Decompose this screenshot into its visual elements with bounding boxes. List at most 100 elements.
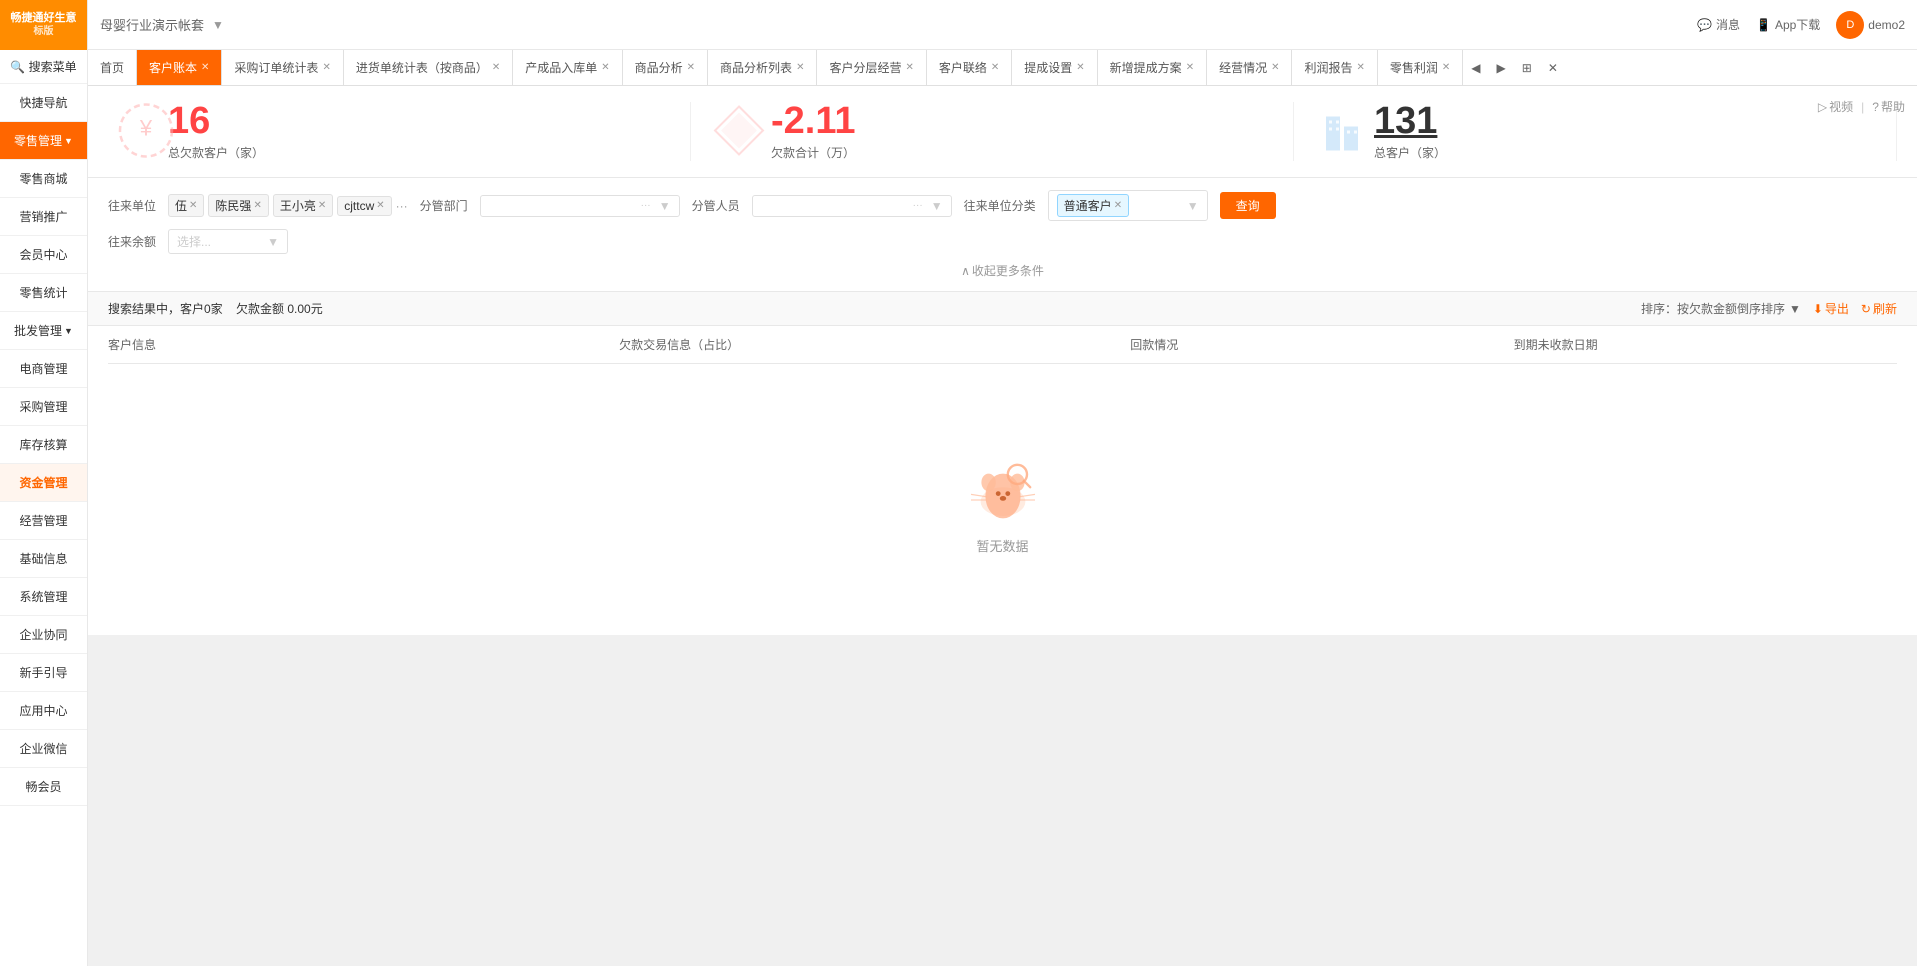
- sidebar-item-jingying[interactable]: 经营管理: [0, 502, 87, 540]
- sidebar-item-zijin[interactable]: 资金管理: [0, 464, 87, 502]
- filter-tag-wu[interactable]: 伍 ✕: [168, 194, 204, 217]
- chevron-icon: ▼: [64, 136, 73, 146]
- collapse-button[interactable]: ∧ 收起更多条件: [961, 262, 1044, 279]
- export-button[interactable]: ⬇ 导出: [1813, 300, 1849, 317]
- th-customer-info: 客户信息: [108, 336, 619, 353]
- tab-close-jingying[interactable]: ✕: [1271, 62, 1279, 73]
- tab-chancheng[interactable]: 产成品入库单 ✕: [513, 50, 622, 86]
- clear-dept[interactable]: ···: [641, 200, 651, 211]
- sidebar-item-lingshang[interactable]: 零售商城: [0, 160, 87, 198]
- tab-lingshoulirun[interactable]: 零售利润 ✕: [1378, 50, 1463, 86]
- tabs-overflow-button[interactable]: ◀: [1463, 61, 1488, 75]
- tabs-overflow-button-right[interactable]: ▶: [1489, 61, 1514, 75]
- message-button[interactable]: 💬 消息: [1697, 16, 1740, 33]
- tag-close-wang[interactable]: ✕: [318, 200, 326, 211]
- sidebar-item-pifa[interactable]: 批发管理 ▼: [0, 312, 87, 350]
- query-button[interactable]: 查询: [1220, 192, 1276, 219]
- filter-input-balance[interactable]: 选择... ▼: [168, 229, 288, 254]
- stat-label-clients: 总欠款客户（家）: [168, 144, 264, 161]
- stat-label-total: 总客户（家）: [1374, 144, 1446, 161]
- tab-kehulianluo[interactable]: 客户联络 ✕: [927, 50, 1012, 86]
- sidebar-item-dianshang[interactable]: 电商管理: [0, 350, 87, 388]
- sidebar-item-yingxiao[interactable]: 营销推广: [0, 198, 87, 236]
- tag-close-cj[interactable]: ✕: [376, 200, 384, 211]
- sidebar-item-xitong[interactable]: 系统管理: [0, 578, 87, 616]
- tag-close-wu[interactable]: ✕: [189, 200, 197, 211]
- tabs-close-all-button[interactable]: ✕: [1540, 61, 1566, 75]
- tab-close-kehulianluo[interactable]: ✕: [991, 62, 999, 73]
- filter-label-category: 往来单位分类: [964, 197, 1036, 214]
- filter-select-person[interactable]: ▼ ···: [752, 195, 952, 217]
- tab-close-kehuzhangshu[interactable]: ✕: [201, 62, 209, 73]
- tab-shangpinfenxi[interactable]: 商品分析 ✕: [623, 50, 708, 86]
- sidebar-item-caigou[interactable]: 采购管理: [0, 388, 87, 426]
- filter-select-category[interactable]: 普通客户 ✕ ▼: [1048, 190, 1208, 221]
- filter-tags-unit: 伍 ✕ 陈民强 ✕ 王小亮 ✕ cjttcw ✕ ···: [168, 194, 408, 217]
- filter-more-dots[interactable]: ···: [396, 199, 408, 213]
- tab-jinhuo[interactable]: 进货单统计表（按商品） ✕: [344, 50, 513, 86]
- result-actions: 排序：按欠款金额倒序排序 ▼ ⬇ 导出 ↻ 刷新: [1641, 300, 1897, 317]
- topbar-selector-label: 母婴行业演示帐套: [100, 15, 204, 34]
- chevron-up-icon: ∧: [961, 264, 970, 278]
- tag-close-chen[interactable]: ✕: [253, 200, 261, 211]
- filter-select-dept[interactable]: ▼ ···: [480, 195, 680, 217]
- tab-close-xinzeng[interactable]: ✕: [1186, 62, 1194, 73]
- tab-home[interactable]: 首页: [88, 50, 137, 86]
- tab-close-jinhuo[interactable]: ✕: [492, 62, 500, 73]
- sidebar-search[interactable]: 🔍 搜索菜单: [0, 50, 87, 84]
- chevron-balance: ▼: [267, 235, 279, 249]
- tab-tichengshezhi[interactable]: 提成设置 ✕: [1012, 50, 1097, 86]
- clear-person[interactable]: ···: [913, 200, 923, 211]
- sort-button[interactable]: 排序：按欠款金额倒序排序 ▼: [1641, 300, 1801, 317]
- sidebar-item-huiyuan[interactable]: 会员中心: [0, 236, 87, 274]
- sidebar-item-xinshou[interactable]: 新手引导: [0, 654, 87, 692]
- th-due-date: 到期未收款日期: [1514, 336, 1897, 353]
- video-help-bar: ▷ 视频 | ? 帮助: [1818, 98, 1905, 115]
- stat-label-debt: 欠款合计（万）: [771, 144, 855, 161]
- th-debt-info: 欠款交易信息（占比）: [619, 336, 1130, 353]
- video-button[interactable]: ▷ 视频: [1818, 98, 1853, 115]
- chevron-icon-pifa: ▼: [64, 326, 73, 336]
- sidebar-item-lingshouguan[interactable]: 零售管理 ▼: [0, 122, 87, 160]
- tab-kehufenceng[interactable]: 客户分层经营 ✕: [817, 50, 926, 86]
- chevron-dept: ▼: [659, 199, 671, 213]
- tab-close-chancheng[interactable]: ✕: [601, 62, 609, 73]
- tab-jingying[interactable]: 经营情况 ✕: [1207, 50, 1292, 86]
- sidebar-item-jichu[interactable]: 基础信息: [0, 540, 87, 578]
- svg-text:¥: ¥: [139, 115, 153, 140]
- tab-lirun[interactable]: 利润报告 ✕: [1292, 50, 1377, 86]
- sidebar-item-kucun[interactable]: 库存核算: [0, 426, 87, 464]
- tab-close-kehufenceng[interactable]: ✕: [905, 62, 913, 73]
- sidebar-item-qiyeweixin[interactable]: 企业微信: [0, 730, 87, 768]
- filter-tag-chen[interactable]: 陈民强 ✕: [208, 194, 268, 217]
- app-download-button[interactable]: 📱 App下载: [1756, 16, 1820, 33]
- help-button[interactable]: ? 帮助: [1872, 98, 1905, 115]
- tab-close-caigou[interactable]: ✕: [322, 62, 330, 73]
- tag-close-category[interactable]: ✕: [1114, 200, 1122, 211]
- sort-label: 排序：按欠款金额倒序排序: [1641, 300, 1785, 317]
- tab-close-shangpin[interactable]: ✕: [687, 62, 695, 73]
- sidebar-item-changhui[interactable]: 畅会员: [0, 768, 87, 806]
- sidebar-item-yingyong[interactable]: 应用中心: [0, 692, 87, 730]
- empty-state: 暂无数据: [108, 364, 1897, 635]
- sidebar-item-lingtong[interactable]: 零售统计: [0, 274, 87, 312]
- tab-kehuzhangshu[interactable]: 客户账本 ✕: [137, 50, 222, 86]
- tab-caigoudingdan[interactable]: 采购订单统计表 ✕: [222, 50, 343, 86]
- tab-close-lingshoulirun[interactable]: ✕: [1442, 62, 1450, 73]
- stat-value-clients: 16: [168, 102, 210, 140]
- filter-label-person: 分管人员: [692, 197, 740, 214]
- user-menu[interactable]: D demo2: [1836, 11, 1905, 39]
- category-tag-putong[interactable]: 普通客户 ✕: [1057, 194, 1129, 217]
- filter-tag-cj[interactable]: cjttcw ✕: [337, 196, 391, 216]
- tab-close-ticheng[interactable]: ✕: [1076, 62, 1084, 73]
- tab-close-lirun[interactable]: ✕: [1357, 62, 1365, 73]
- tab-xinzengfangan[interactable]: 新增提成方案 ✕: [1098, 50, 1207, 86]
- tab-shangpinliebiao[interactable]: 商品分析列表 ✕: [708, 50, 817, 86]
- refresh-button[interactable]: ↻ 刷新: [1861, 300, 1897, 317]
- sidebar-item-kuaijie[interactable]: 快捷导航: [0, 84, 87, 122]
- tab-close-shangpinliebiao[interactable]: ✕: [796, 62, 804, 73]
- sidebar-item-qiyexietong[interactable]: 企业协同: [0, 616, 87, 654]
- dropdown-icon[interactable]: ▼: [212, 18, 224, 32]
- tabs-maximize-button[interactable]: ⊞: [1514, 61, 1540, 75]
- filter-tag-wang[interactable]: 王小亮 ✕: [273, 194, 333, 217]
